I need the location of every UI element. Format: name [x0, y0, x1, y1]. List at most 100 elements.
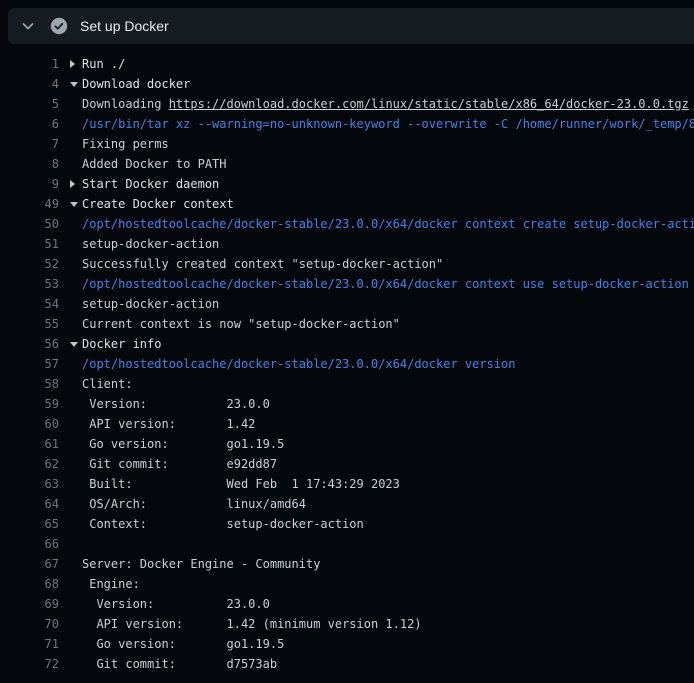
log-text: setup-docker-action	[82, 237, 219, 251]
line-number[interactable]: 8	[0, 157, 59, 171]
line-number[interactable]: 57	[0, 357, 59, 371]
log-text: Version: 23.0.0	[82, 597, 270, 611]
line-number[interactable]: 61	[0, 437, 59, 451]
log-row: 7 Fixing perms	[0, 134, 694, 154]
log-text: Current context is now "setup-docker-act…	[82, 317, 400, 331]
triangle-expanded-icon[interactable]	[70, 82, 78, 87]
line-number[interactable]: 71	[0, 637, 59, 651]
group-title: Start Docker daemon	[82, 177, 219, 191]
log-text: API version: 1.42 (minimum version 1.12)	[82, 617, 422, 631]
log-text: /opt/hostedtoolcache/docker-stable/23.0.…	[82, 357, 515, 371]
log-row: 5 Downloading https://download.docker.com…	[0, 94, 694, 114]
log-row: 64 OS/Arch: linux/amd64	[0, 494, 694, 514]
line-number[interactable]: 56	[0, 337, 59, 351]
line-number[interactable]: 9	[0, 177, 59, 191]
log-text: Go version: go1.19.5	[82, 437, 284, 451]
log-viewer: 1 Run ./ 4 Download docker 5 Downloading http…	[0, 48, 694, 683]
step-header[interactable]: Set up Docker	[8, 8, 694, 44]
log-text: Version: 23.0.0	[82, 397, 270, 411]
log-row: 6/usr/bin/tar xz --warning=no-unknown-ke…	[0, 114, 694, 134]
line-number[interactable]: 60	[0, 417, 59, 431]
log-text: API version: 1.42	[82, 417, 255, 431]
line-number[interactable]: 67	[0, 557, 59, 571]
line-number[interactable]: 59	[0, 397, 59, 411]
log-row: 54 setup-docker-action	[0, 294, 694, 314]
log-text: Git commit: e92dd87	[82, 457, 277, 471]
log-text: Downloading https://download.docker.com/…	[82, 97, 689, 111]
line-number[interactable]: 64	[0, 497, 59, 511]
log-row: 69 Version: 23.0.0	[0, 594, 694, 614]
line-number[interactable]: 65	[0, 517, 59, 531]
line-number[interactable]: 49	[0, 197, 59, 211]
log-row: 51 setup-docker-action	[0, 234, 694, 254]
chevron-down-icon[interactable]	[20, 18, 36, 34]
line-number[interactable]: 70	[0, 617, 59, 631]
log-text: Server: Docker Engine - Community	[82, 557, 320, 571]
log-row: 65 Context: setup-docker-action	[0, 514, 694, 534]
line-number[interactable]: 4	[0, 77, 59, 91]
log-text: Successfully created context "setup-dock…	[82, 257, 443, 271]
line-number[interactable]: 55	[0, 317, 59, 331]
line-number[interactable]: 54	[0, 297, 59, 311]
line-number[interactable]: 50	[0, 217, 59, 231]
actions-log-page: Set up Docker 1 Run ./ 4 Download docker 5 Do…	[0, 0, 694, 683]
log-text: Added Docker to PATH	[82, 157, 227, 171]
line-number[interactable]: 6	[0, 117, 59, 131]
line-number[interactable]: 72	[0, 657, 59, 671]
log-row: 60 API version: 1.42	[0, 414, 694, 434]
log-row: 59 Version: 23.0.0	[0, 394, 694, 414]
line-number[interactable]: 7	[0, 137, 59, 151]
group-title: Run ./	[82, 57, 125, 71]
log-row: 61 Go version: go1.19.5	[0, 434, 694, 454]
arrow-slot	[59, 180, 82, 188]
line-number[interactable]: 58	[0, 377, 59, 391]
line-number[interactable]: 51	[0, 237, 59, 251]
log-group-row[interactable]: 4 Download docker	[0, 74, 694, 94]
log-row: 8 Added Docker to PATH	[0, 154, 694, 174]
log-text: Go version: go1.19.5	[82, 637, 284, 651]
group-title: Docker info	[82, 337, 161, 351]
log-link[interactable]: https://download.docker.com/linux/static…	[169, 97, 689, 111]
group-title: Create Docker context	[82, 197, 234, 211]
log-group-row[interactable]: 1 Run ./	[0, 54, 694, 74]
log-text: Context: setup-docker-action	[82, 517, 364, 531]
triangle-collapsed-icon[interactable]	[70, 180, 75, 188]
line-number[interactable]: 53	[0, 277, 59, 291]
log-text: Engine:	[82, 577, 140, 591]
log-text: Client:	[82, 377, 133, 391]
log-text: Fixing perms	[82, 137, 169, 151]
log-row: 52 Successfully created context "setup-do…	[0, 254, 694, 274]
log-text: setup-docker-action	[82, 297, 219, 311]
log-row: 63 Built: Wed Feb 1 17:43:29 2023	[0, 474, 694, 494]
line-number[interactable]: 5	[0, 97, 59, 111]
group-title: Download docker	[82, 77, 190, 91]
line-number[interactable]: 66	[0, 537, 59, 551]
line-number[interactable]: 62	[0, 457, 59, 471]
log-row: 66	[0, 534, 694, 554]
line-number[interactable]: 68	[0, 577, 59, 591]
line-number[interactable]: 52	[0, 257, 59, 271]
log-group-row[interactable]: 56 Docker info	[0, 334, 694, 354]
line-number[interactable]: 1	[0, 57, 59, 71]
log-row: 70 API version: 1.42 (minimum version 1.…	[0, 614, 694, 634]
log-group-row[interactable]: 49 Create Docker context	[0, 194, 694, 214]
triangle-collapsed-icon[interactable]	[70, 60, 75, 68]
line-number[interactable]: 63	[0, 477, 59, 491]
log-row: 50/opt/hostedtoolcache/docker-stable/23.…	[0, 214, 694, 234]
log-group-row[interactable]: 9 Start Docker daemon	[0, 174, 694, 194]
check-circle-icon	[50, 17, 68, 35]
triangle-expanded-icon[interactable]	[70, 342, 78, 347]
log-row: 71 Go version: go1.19.5	[0, 634, 694, 654]
line-number[interactable]: 69	[0, 597, 59, 611]
arrow-slot	[59, 202, 82, 207]
log-row: 53/opt/hostedtoolcache/docker-stable/23.…	[0, 274, 694, 294]
log-text: Built: Wed Feb 1 17:43:29 2023	[82, 477, 400, 491]
log-text: /opt/hostedtoolcache/docker-stable/23.0.…	[82, 217, 694, 231]
arrow-slot	[59, 60, 82, 68]
log-text: Git commit: d7573ab	[82, 657, 277, 671]
log-row: 72 Git commit: d7573ab	[0, 654, 694, 674]
log-text: Downloading	[82, 97, 169, 111]
triangle-expanded-icon[interactable]	[70, 202, 78, 207]
log-row: 57/opt/hostedtoolcache/docker-stable/23.…	[0, 354, 694, 374]
arrow-slot	[59, 82, 82, 87]
